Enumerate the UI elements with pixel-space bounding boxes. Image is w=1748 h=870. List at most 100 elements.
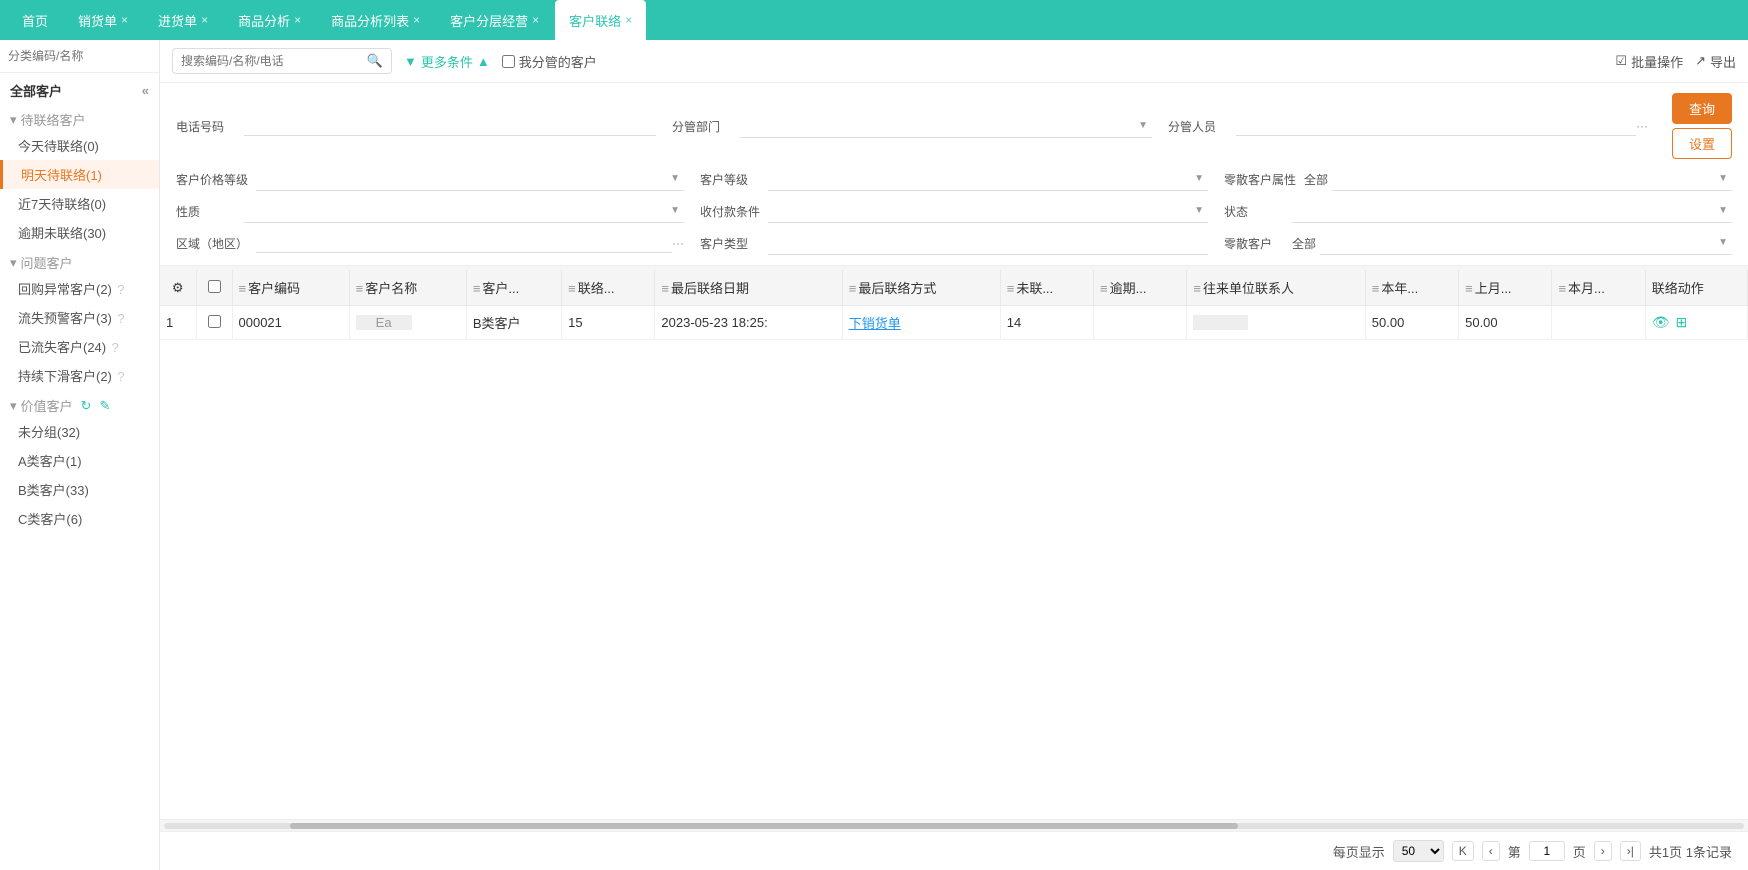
sidebar-item-declining[interactable]: 持续下滑客户(2) ?: [0, 361, 159, 390]
filter-region-dots[interactable]: ···: [672, 236, 684, 250]
view-action-icon[interactable]: 👁: [1652, 314, 1670, 331]
close-purchase-order-icon[interactable]: ×: [201, 13, 208, 27]
filter-person: 分管人员 ···: [1168, 117, 1648, 136]
question-icon-2: ?: [117, 311, 124, 326]
nav-customer-tier[interactable]: 客户分层经营 ×: [436, 0, 553, 40]
nav-home[interactable]: 首页: [8, 0, 62, 40]
chevron-down-icon-payment: ▼: [1194, 205, 1204, 216]
edit-icon[interactable]: ✎: [99, 398, 110, 414]
filter-nature-select[interactable]: ▼: [244, 199, 684, 223]
my-customer-checkbox[interactable]: [502, 55, 515, 68]
first-page-button[interactable]: K: [1452, 841, 1474, 861]
close-customer-tier-icon[interactable]: ×: [532, 13, 539, 27]
question-icon: ?: [117, 282, 124, 297]
filter-region-input[interactable]: [256, 234, 672, 253]
sidebar-item-churned[interactable]: 已流失客户(24) ?: [0, 332, 159, 361]
filter-phone-input[interactable]: [244, 117, 656, 136]
col-unlinkd: ≡未联...: [1000, 270, 1093, 306]
grid-action-icon[interactable]: ⊞: [1676, 314, 1688, 331]
arrow-down-icon-3: ▾: [10, 398, 17, 414]
row-name: Ea: [349, 306, 466, 340]
col-checkbox: [196, 270, 232, 306]
close-product-analysis-icon[interactable]: ×: [294, 13, 301, 27]
col-settings[interactable]: ⚙: [160, 270, 196, 306]
col-contacts: ≡联络...: [562, 270, 655, 306]
bulk-op-button[interactable]: ☑ 批量操作: [1615, 52, 1683, 71]
filter-person-input[interactable]: [1236, 117, 1636, 136]
filter-status-select[interactable]: ▼: [1292, 199, 1732, 223]
filter-person-dots[interactable]: ···: [1636, 119, 1648, 133]
close-product-analysis-list-icon[interactable]: ×: [413, 13, 420, 27]
filter-customer-level-select[interactable]: ▼: [768, 167, 1208, 191]
col-this-month: ≡本月...: [1552, 270, 1645, 306]
nav-product-analysis-list[interactable]: 商品分析列表 ×: [317, 0, 434, 40]
next-page-button[interactable]: ›: [1594, 841, 1612, 861]
chevron-up-icon: ▲: [477, 54, 490, 69]
close-customer-contact-icon[interactable]: ×: [625, 13, 632, 27]
export-button[interactable]: ↗ 导出: [1695, 52, 1736, 71]
row-checkbox-cell: [196, 306, 232, 340]
row-this-year: 50.00: [1365, 306, 1458, 340]
arrow-down-icon: ▾: [10, 112, 17, 128]
chevron-down-icon-clevel: ▼: [1194, 173, 1204, 184]
sidebar-item-overdue-pending[interactable]: 逾期未联络(30): [0, 218, 159, 247]
chevron-down-icon-retail2: ▼: [1718, 237, 1728, 248]
set-button[interactable]: 设置: [1672, 128, 1732, 159]
filter-retail-customer-select[interactable]: ▼: [1320, 231, 1732, 255]
my-customer-checkbox-area: 我分管的客户: [502, 52, 597, 71]
nav-sales-order[interactable]: 销货单 ×: [64, 0, 142, 40]
filter-price-level-select[interactable]: ▼: [256, 167, 684, 191]
nav-customer-contact[interactable]: 客户联络 ×: [555, 0, 646, 40]
filter-retail-customer: 零散客户 全部 ▼: [1224, 231, 1732, 255]
col-this-year: ≡本年...: [1365, 270, 1458, 306]
filter-customer-type-select[interactable]: [768, 231, 1208, 255]
filter-nature: 性质 ▼: [176, 199, 684, 223]
filter-customer-type: 客户类型: [700, 231, 1208, 255]
last-page-button[interactable]: ›|: [1620, 841, 1641, 861]
prev-page-button[interactable]: ‹: [1482, 841, 1500, 861]
row-code: 000021: [232, 306, 349, 340]
sidebar-item-b-class[interactable]: B类客户(33): [0, 475, 159, 504]
filter-payment-select[interactable]: ▼: [768, 199, 1208, 223]
col-last-contact-date: ≡最后联络日期: [655, 270, 842, 306]
scrollbar-thumb[interactable]: [290, 823, 1238, 829]
problem-group-label: ▾ 问题客户: [0, 247, 159, 274]
page-size-select[interactable]: 50 100: [1393, 840, 1444, 862]
col-unit-contact: ≡往来单位联系人: [1187, 270, 1365, 306]
col-last-month: ≡上月...: [1459, 270, 1552, 306]
row-type: B类客户: [466, 306, 561, 340]
sidebar-item-today-pending[interactable]: 今天待联络(0): [0, 131, 159, 160]
nav-purchase-order[interactable]: 进货单 ×: [144, 0, 222, 40]
nav-product-analysis[interactable]: 商品分析 ×: [224, 0, 315, 40]
sidebar-item-tomorrow-pending[interactable]: 明天待联络(1): [0, 160, 159, 189]
filter-region: 区域（地区） ···: [176, 234, 684, 253]
sidebar-item-a-class[interactable]: A类客户(1): [0, 446, 159, 475]
search-icon[interactable]: 🔍: [367, 53, 383, 69]
filter-row-2: 客户价格等级 ▼ 客户等级 ▼ 零散客户属性 全部: [176, 167, 1732, 191]
search-input[interactable]: [181, 54, 363, 68]
horizontal-scrollbar[interactable]: [160, 819, 1748, 831]
page-number-input[interactable]: [1529, 841, 1565, 861]
row-no: 1: [160, 306, 196, 340]
col-overdue: ≡逾期...: [1094, 270, 1187, 306]
last-contact-method-link[interactable]: 下销货单: [849, 316, 901, 331]
collapse-icon[interactable]: «: [142, 83, 149, 98]
row-this-month: [1552, 306, 1645, 340]
row-checkbox[interactable]: [208, 315, 221, 328]
sidebar-item-7day-pending[interactable]: 近7天待联络(0): [0, 189, 159, 218]
filter-dept-select[interactable]: ▼: [740, 114, 1152, 138]
sidebar-item-c-class[interactable]: C类客户(6): [0, 504, 159, 533]
close-sales-order-icon[interactable]: ×: [121, 13, 128, 27]
refresh-icon[interactable]: ↻: [81, 398, 92, 414]
query-button[interactable]: 查询: [1672, 93, 1732, 124]
filter-retail-attr-select[interactable]: ▼: [1332, 167, 1732, 191]
sidebar-item-churn-warning[interactable]: 流失预警客户(3) ?: [0, 303, 159, 332]
more-filter-button[interactable]: ▼ 更多条件 ▲: [404, 52, 490, 71]
select-all-checkbox[interactable]: [208, 280, 221, 293]
filter-status: 状态 ▼: [1224, 199, 1732, 223]
sidebar-item-abnormal-repurchase[interactable]: 回购异常客户(2) ?: [0, 274, 159, 303]
row-overdue: [1094, 306, 1187, 340]
sidebar-search-input[interactable]: [8, 49, 160, 63]
all-customers-header[interactable]: 全部客户 «: [0, 73, 159, 104]
sidebar-item-ungrouped[interactable]: 未分组(32): [0, 417, 159, 446]
